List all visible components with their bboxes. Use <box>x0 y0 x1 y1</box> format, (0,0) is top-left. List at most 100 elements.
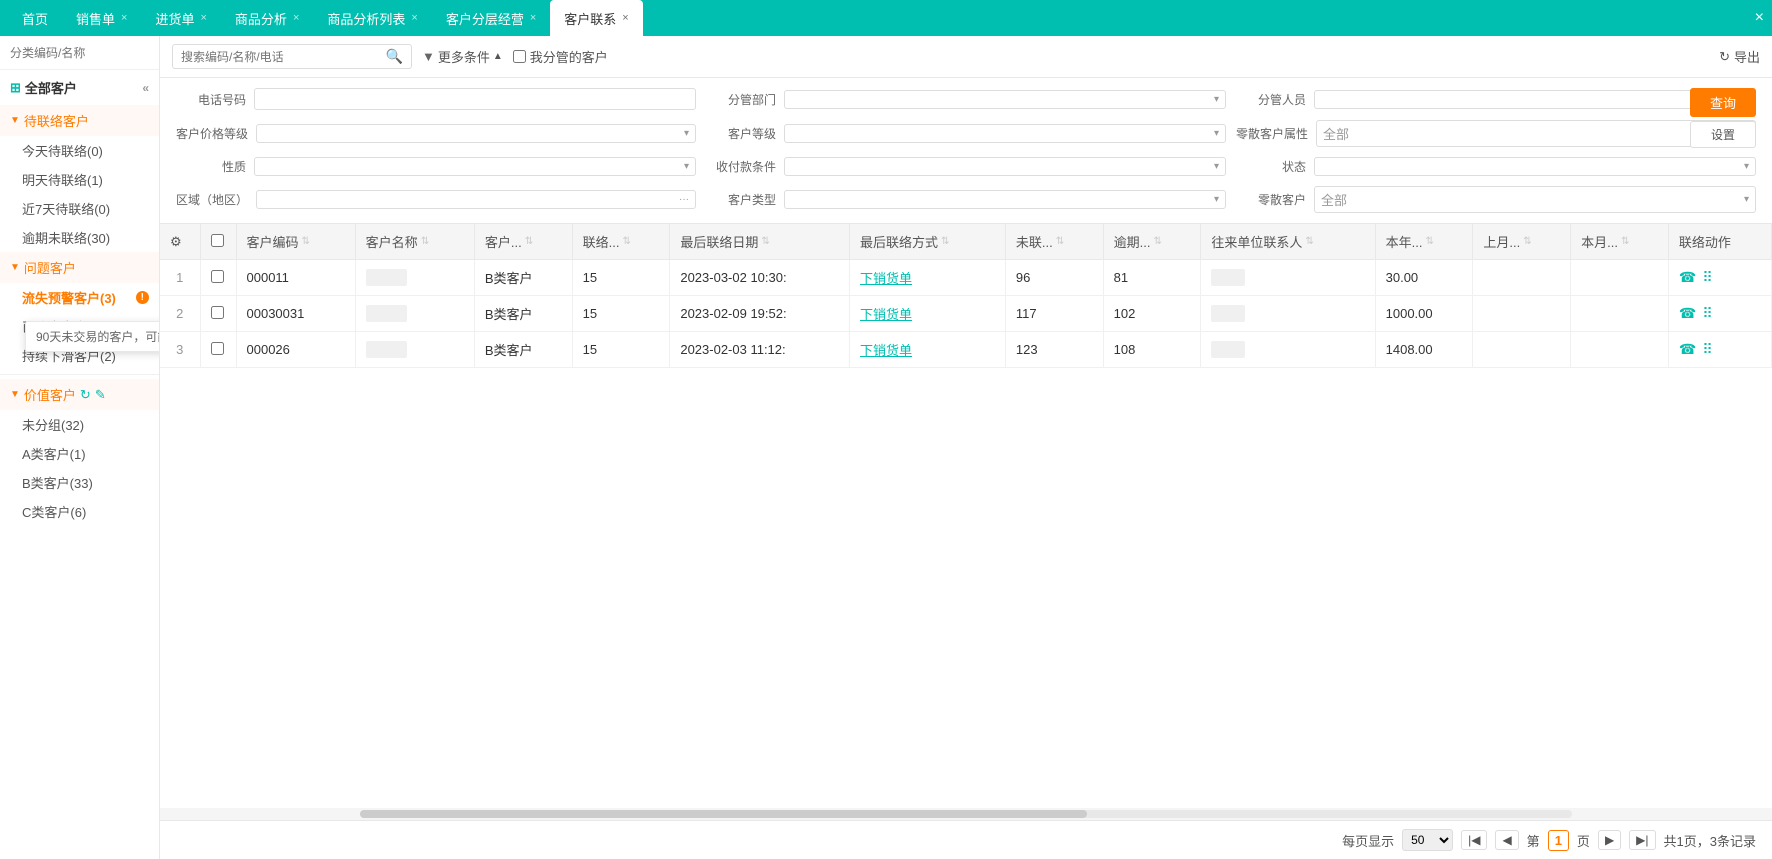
tab-sales[interactable]: 销售单 × <box>62 0 141 36</box>
row-last-method[interactable]: 下销货单 <box>850 260 1006 296</box>
status-select[interactable]: ▾ <box>1314 157 1756 176</box>
more-actions-icon[interactable]: ⠿ <box>1702 305 1712 322</box>
collapse-icon[interactable]: « <box>142 81 149 95</box>
close-icon[interactable]: × <box>411 12 417 24</box>
close-icon[interactable]: × <box>200 12 206 24</box>
sidebar-item-ungroup[interactable]: 未分组(32) <box>0 410 159 439</box>
first-page-btn[interactable]: |◀ <box>1461 830 1487 850</box>
row-overdue: 81 <box>1103 260 1201 296</box>
filter-retail: 零散客户 全部 ▾ <box>1236 186 1756 213</box>
prev-page-btn[interactable]: ◀ <box>1495 830 1518 850</box>
close-icon[interactable]: × <box>622 12 628 24</box>
row-checkbox-cell[interactable] <box>200 260 236 296</box>
sidebar-item-class-c[interactable]: C类客户(6) <box>0 497 159 526</box>
sidebar-item-class-b[interactable]: B类客户(33) <box>0 468 159 497</box>
cust-type-select[interactable]: ▾ <box>784 190 1226 209</box>
col-checkbox[interactable] <box>200 224 236 260</box>
chevron-down-icon: ▾ <box>1214 194 1219 205</box>
tab-home[interactable]: 首页 <box>8 9 62 28</box>
phone-input[interactable] <box>254 88 696 110</box>
nature-select[interactable]: ▾ <box>254 157 696 176</box>
row-this-year: 1000.00 <box>1375 296 1473 332</box>
horizontal-scrollbar[interactable] <box>160 808 1772 820</box>
col-overdue: 逾期... ⇅ <box>1103 224 1201 260</box>
edit-icon[interactable]: ✎ <box>95 387 106 403</box>
my-customer-checkbox-wrap[interactable]: 我分管的客户 <box>513 47 608 66</box>
export-btn[interactable]: ↻ 导出 <box>1719 47 1760 66</box>
select-all-checkbox[interactable] <box>211 234 224 247</box>
cust-grade-label: 客户等级 <box>706 125 776 142</box>
search-input[interactable] <box>181 50 386 64</box>
sidebar-item-churn-warning[interactable]: 流失预警客户(3) ! <box>0 283 159 312</box>
more-actions-icon[interactable]: ⠿ <box>1702 269 1712 286</box>
tab-purchase[interactable]: 进货单 × <box>141 0 220 36</box>
search-icon[interactable]: 🔍 <box>386 48 403 65</box>
close-icon[interactable]: × <box>121 12 127 24</box>
sidebar-section-pending[interactable]: ▼ 待联络客户 <box>0 105 159 136</box>
row-last-date: 2023-02-03 11:12: <box>670 332 850 368</box>
cust-grade-select[interactable]: ▾ <box>784 124 1226 143</box>
contact-icon[interactable]: ☎ <box>1679 341 1696 358</box>
phone-label: 电话号码 <box>176 91 246 108</box>
row-name <box>355 332 474 368</box>
tab-goods-analysis[interactable]: 商品分析 × <box>221 0 313 36</box>
per-page-select[interactable]: 50 100 200 <box>1402 829 1453 851</box>
dept-select[interactable]: ▾ <box>784 90 1226 109</box>
filter-cust-type: 客户类型 ▾ <box>706 186 1226 213</box>
close-icon[interactable]: × <box>293 12 299 24</box>
settings-button[interactable]: 设置 <box>1690 121 1756 148</box>
row-last-method[interactable]: 下销货单 <box>850 296 1006 332</box>
scrollbar-thumb[interactable] <box>360 810 1087 818</box>
row-checkbox[interactable] <box>211 306 224 319</box>
next-page-btn[interactable]: ▶ <box>1598 830 1621 850</box>
close-icon[interactable]: × <box>530 12 536 24</box>
row-person <box>1201 260 1375 296</box>
row-checkbox-cell[interactable] <box>200 332 236 368</box>
row-not-contacted: 117 <box>1005 296 1103 332</box>
row-checkbox[interactable] <box>211 342 224 355</box>
row-contact: 15 <box>572 296 670 332</box>
tab-customer-tier[interactable]: 客户分层经营 × <box>432 0 550 36</box>
more-actions-icon[interactable]: ⠿ <box>1702 341 1712 358</box>
row-checkbox-cell[interactable] <box>200 296 236 332</box>
filter-phone: 电话号码 <box>176 88 696 110</box>
refresh-icon[interactable]: ↻ <box>80 387 91 403</box>
table-row: 3 000026 B类客户 15 2023-02-03 11:12: 下销货单 … <box>160 332 1772 368</box>
warning-badge: ! <box>136 291 149 304</box>
sidebar-all-customers[interactable]: ⊞ 全部客户 « <box>0 70 159 105</box>
sidebar-item-today[interactable]: 今天待联络(0) <box>0 136 159 165</box>
price-grade-select[interactable]: ▾ <box>256 124 696 143</box>
sidebar-item-overdue[interactable]: 逾期未联络(30) <box>0 223 159 252</box>
my-customer-checkbox[interactable] <box>513 50 526 63</box>
col-settings[interactable]: ⚙ <box>160 224 200 260</box>
table-row: 1 000011 B类客户 15 2023-03-02 10:30: 下销货单 … <box>160 260 1772 296</box>
scrollbar-track <box>360 810 1572 818</box>
row-type: B类客户 <box>474 296 572 332</box>
chevron-down-icon: ▾ <box>684 161 689 172</box>
row-not-contacted: 123 <box>1005 332 1103 368</box>
contact-icon[interactable]: ☎ <box>1679 305 1696 322</box>
sidebar-section-value[interactable]: ▼ 价值客户 ↻ ✎ <box>0 379 159 410</box>
table-row: 2 00030031 B类客户 15 2023-02-09 19:52: 下销货… <box>160 296 1772 332</box>
more-filter-btn[interactable]: ▼ 更多条件 ▲ <box>422 47 503 66</box>
sidebar-item-class-a[interactable]: A类客户(1) <box>0 439 159 468</box>
sidebar-item-7days[interactable]: 近7天待联络(0) <box>0 194 159 223</box>
last-page-btn[interactable]: ▶| <box>1629 830 1655 850</box>
region-select[interactable]: ··· <box>256 190 696 209</box>
retail-select[interactable]: 全部 ▾ <box>1314 186 1756 213</box>
query-button[interactable]: 查询 <box>1690 88 1756 117</box>
tab-customer-contact[interactable]: 客户联系 × <box>550 0 642 36</box>
sidebar-search-input[interactable] <box>10 46 160 60</box>
sidebar-item-tomorrow[interactable]: 明天待联络(1) <box>0 165 159 194</box>
tab-goods-analysis-list[interactable]: 商品分析列表 × <box>313 0 431 36</box>
more-icon[interactable]: ··· <box>679 194 689 205</box>
row-last-method[interactable]: 下销货单 <box>850 332 1006 368</box>
contact-icon[interactable]: ☎ <box>1679 269 1696 286</box>
sidebar-section-problem[interactable]: ▼ 问题客户 <box>0 252 159 283</box>
payment-select[interactable]: ▾ <box>784 157 1226 176</box>
row-actions: ☎ ⠿ <box>1668 296 1771 332</box>
filter-person: 分管人员 ··· <box>1236 88 1756 110</box>
col-last-month: 上月... ⇅ <box>1473 224 1571 260</box>
close-all-icon[interactable]: × <box>1755 9 1764 27</box>
row-checkbox[interactable] <box>211 270 224 283</box>
